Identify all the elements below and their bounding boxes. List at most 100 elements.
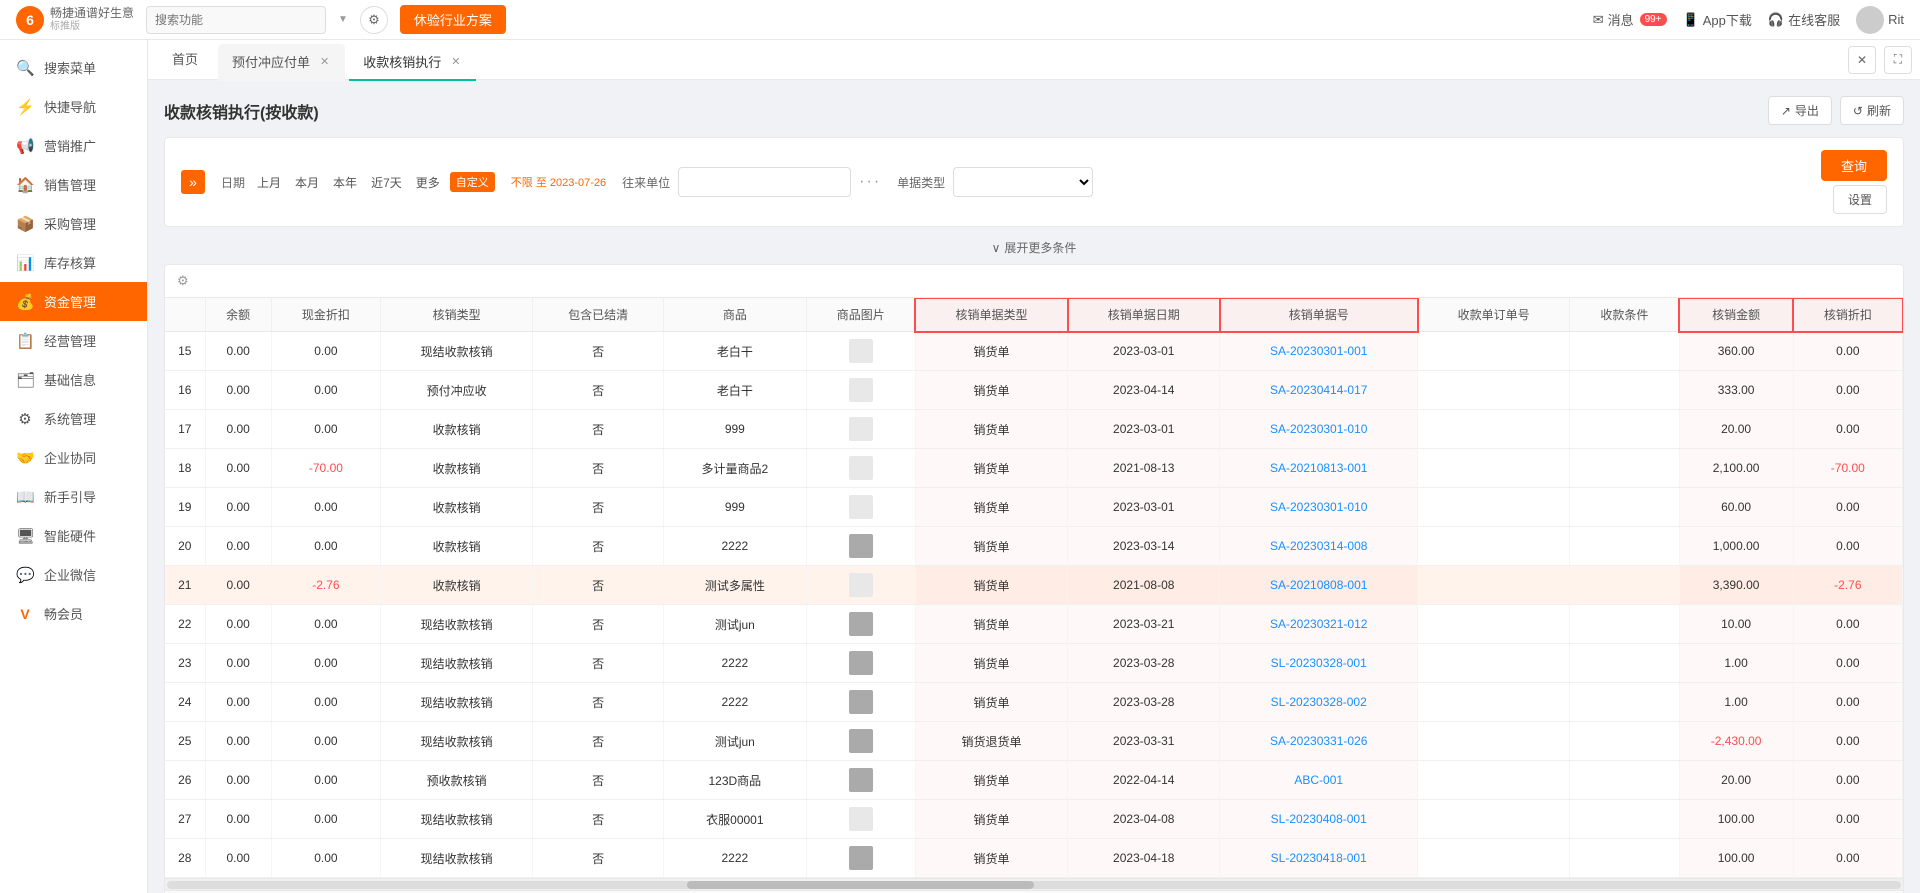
bill-no-link[interactable]: ABC-001: [1294, 773, 1343, 787]
query-button[interactable]: 查询: [1821, 150, 1887, 181]
last-month-shortcut[interactable]: 上月: [253, 172, 285, 193]
bill-no-link[interactable]: SA-20210808-001: [1270, 578, 1367, 592]
from-unit-dots-button[interactable]: ···: [859, 173, 881, 191]
table-scroll-area[interactable]: 余额 现金折扣 核销类型 包含已结清 商品 商品图片 核销单据类型 核销单据日期…: [165, 298, 1903, 878]
horizontal-scrollbar[interactable]: [165, 878, 1903, 890]
this-year-shortcut[interactable]: 本年: [329, 172, 361, 193]
sidebar-item-operations[interactable]: 📋 经营管理: [0, 321, 147, 360]
cell-goods: 2222: [663, 683, 806, 722]
cell-balance: 0.00: [205, 332, 271, 371]
tab-prepay[interactable]: 预付冲应付单 ✕: [218, 44, 345, 81]
cell-settled: 否: [533, 488, 664, 527]
col-settled: 包含已结清: [533, 298, 664, 332]
filter-settings-button[interactable]: 设置: [1833, 185, 1887, 214]
sidebar-item-sales[interactable]: 🏠 销售管理: [0, 165, 147, 204]
bill-no-link[interactable]: SL-20230328-002: [1271, 695, 1367, 709]
cell-bill-no[interactable]: SL-20230328-001: [1220, 644, 1418, 683]
bill-no-link[interactable]: SL-20230408-001: [1271, 812, 1367, 826]
bill-no-link[interactable]: SL-20230328-001: [1271, 656, 1367, 670]
cell-balance: 0.00: [205, 566, 271, 605]
cell-bill-no[interactable]: SA-20230414-017: [1220, 371, 1418, 410]
bill-no-link[interactable]: SL-20230418-001: [1271, 851, 1367, 865]
cell-order-no: [1418, 527, 1570, 566]
scrollbar-thumb[interactable]: [687, 881, 1034, 889]
cell-bill-no[interactable]: SA-20230331-026: [1220, 722, 1418, 761]
bill-no-link[interactable]: SA-20230314-008: [1270, 539, 1367, 553]
sidebar-item-marketing[interactable]: 📢 营销推广: [0, 126, 147, 165]
sidebar-item-hardware[interactable]: 🖥 智能硬件: [0, 516, 147, 555]
logo-icon: 6: [16, 6, 44, 34]
user-menu[interactable]: Rit: [1856, 6, 1904, 34]
cell-bill-no[interactable]: SA-20230301-001: [1220, 332, 1418, 371]
sidebar-item-search[interactable]: 🔍 搜索菜单: [0, 48, 147, 87]
sidebar-item-base[interactable]: 🗂 基础信息: [0, 360, 147, 399]
expand-tabs-button[interactable]: ⛶: [1884, 46, 1912, 74]
cell-settled: 否: [533, 371, 664, 410]
bill-no-link[interactable]: SA-20230301-010: [1270, 500, 1367, 514]
last-7-days-shortcut[interactable]: 近7天: [367, 172, 406, 193]
sales-icon: 🏠: [16, 176, 34, 194]
solution-button[interactable]: 休验行业方案: [400, 5, 506, 34]
online-service-button[interactable]: 🎧 在线客服: [1768, 10, 1840, 29]
bill-no-link[interactable]: SA-20210813-001: [1270, 461, 1367, 475]
app-download-button[interactable]: 📱 App下载: [1683, 10, 1752, 29]
sidebar-item-wechat[interactable]: 💬 企业微信: [0, 555, 147, 594]
from-unit-input[interactable]: [678, 167, 851, 197]
sidebar-item-inventory[interactable]: 📊 库存核算: [0, 243, 147, 282]
cell-amount: 2,100.00: [1679, 449, 1793, 488]
settings-icon[interactable]: ⚙: [360, 6, 388, 34]
cell-bill-no[interactable]: SA-20210808-001: [1220, 566, 1418, 605]
cell-amount: 100.00: [1679, 800, 1793, 839]
sidebar-item-quicknav[interactable]: ⚡ 快捷导航: [0, 87, 147, 126]
cell-amount: 10.00: [1679, 605, 1793, 644]
messages-button[interactable]: ✉ 消息 99+: [1593, 10, 1667, 29]
scrollbar-track[interactable]: [167, 881, 1901, 889]
more-shortcut[interactable]: 更多: [412, 172, 444, 193]
cell-bill-no[interactable]: SA-20210813-001: [1220, 449, 1418, 488]
cell-verify-type: 收款核销: [381, 566, 533, 605]
bill-no-link[interactable]: SA-20230321-012: [1270, 617, 1367, 631]
search-input[interactable]: [146, 6, 326, 34]
this-month-shortcut[interactable]: 本月: [291, 172, 323, 193]
sidebar-item-finance[interactable]: 💰 资金管理: [0, 282, 147, 321]
bill-no-link[interactable]: SA-20230331-026: [1270, 734, 1367, 748]
sidebar-item-guide[interactable]: 📖 新手引导: [0, 477, 147, 516]
tab-home[interactable]: 首页: [156, 41, 214, 78]
cell-bill-no[interactable]: SA-20230321-012: [1220, 605, 1418, 644]
close-all-tabs-button[interactable]: ✕: [1848, 46, 1876, 74]
cell-verify-type: 现结收款核销: [381, 605, 533, 644]
bill-no-link[interactable]: SA-20230301-001: [1270, 344, 1367, 358]
cell-bill-no[interactable]: SL-20230408-001: [1220, 800, 1418, 839]
sidebar-item-collab[interactable]: 🤝 企业协同: [0, 438, 147, 477]
cell-bill-no[interactable]: SA-20230301-010: [1220, 410, 1418, 449]
cell-cash-discount: 0.00: [271, 371, 380, 410]
cell-bill-no[interactable]: SA-20230301-010: [1220, 488, 1418, 527]
cell-balance: 0.00: [205, 410, 271, 449]
custom-date-button[interactable]: 自定义: [450, 172, 495, 192]
col-verify-type: 核销类型: [381, 298, 533, 332]
column-settings-icon[interactable]: ⚙: [177, 273, 189, 289]
bill-type-select[interactable]: [953, 167, 1093, 197]
cell-bill-no[interactable]: SA-20230314-008: [1220, 527, 1418, 566]
refresh-button[interactable]: ↺ 刷新: [1840, 96, 1904, 125]
sidebar-item-label: 经营管理: [44, 331, 96, 350]
cell-bill-date: 2023-03-01: [1068, 410, 1220, 449]
close-tab2-icon[interactable]: ✕: [451, 55, 460, 68]
sidebar-item-purchase[interactable]: 📦 采购管理: [0, 204, 147, 243]
cell-goods: 测试jun: [663, 605, 806, 644]
cell-verify-type: 现结收款核销: [381, 839, 533, 878]
bill-no-link[interactable]: SA-20230301-010: [1270, 422, 1367, 436]
tab-receipts[interactable]: 收款核销执行 ✕: [349, 44, 476, 81]
cell-bill-no[interactable]: SL-20230418-001: [1220, 839, 1418, 878]
expand-more-button[interactable]: ∨ 展开更多条件: [164, 239, 1904, 256]
sidebar-item-system[interactable]: ⚙ 系统管理: [0, 399, 147, 438]
export-button[interactable]: ↗ 导出: [1768, 96, 1832, 125]
filter-toggle-button[interactable]: »: [181, 170, 205, 194]
cell-goods-img: [806, 566, 915, 605]
cell-bill-no[interactable]: ABC-001: [1220, 761, 1418, 800]
bill-no-link[interactable]: SA-20230414-017: [1270, 383, 1367, 397]
close-tab1-icon[interactable]: ✕: [320, 55, 329, 68]
sidebar-item-vip[interactable]: V 畅会员: [0, 594, 147, 633]
cell-condition: [1570, 488, 1679, 527]
cell-bill-no[interactable]: SL-20230328-002: [1220, 683, 1418, 722]
